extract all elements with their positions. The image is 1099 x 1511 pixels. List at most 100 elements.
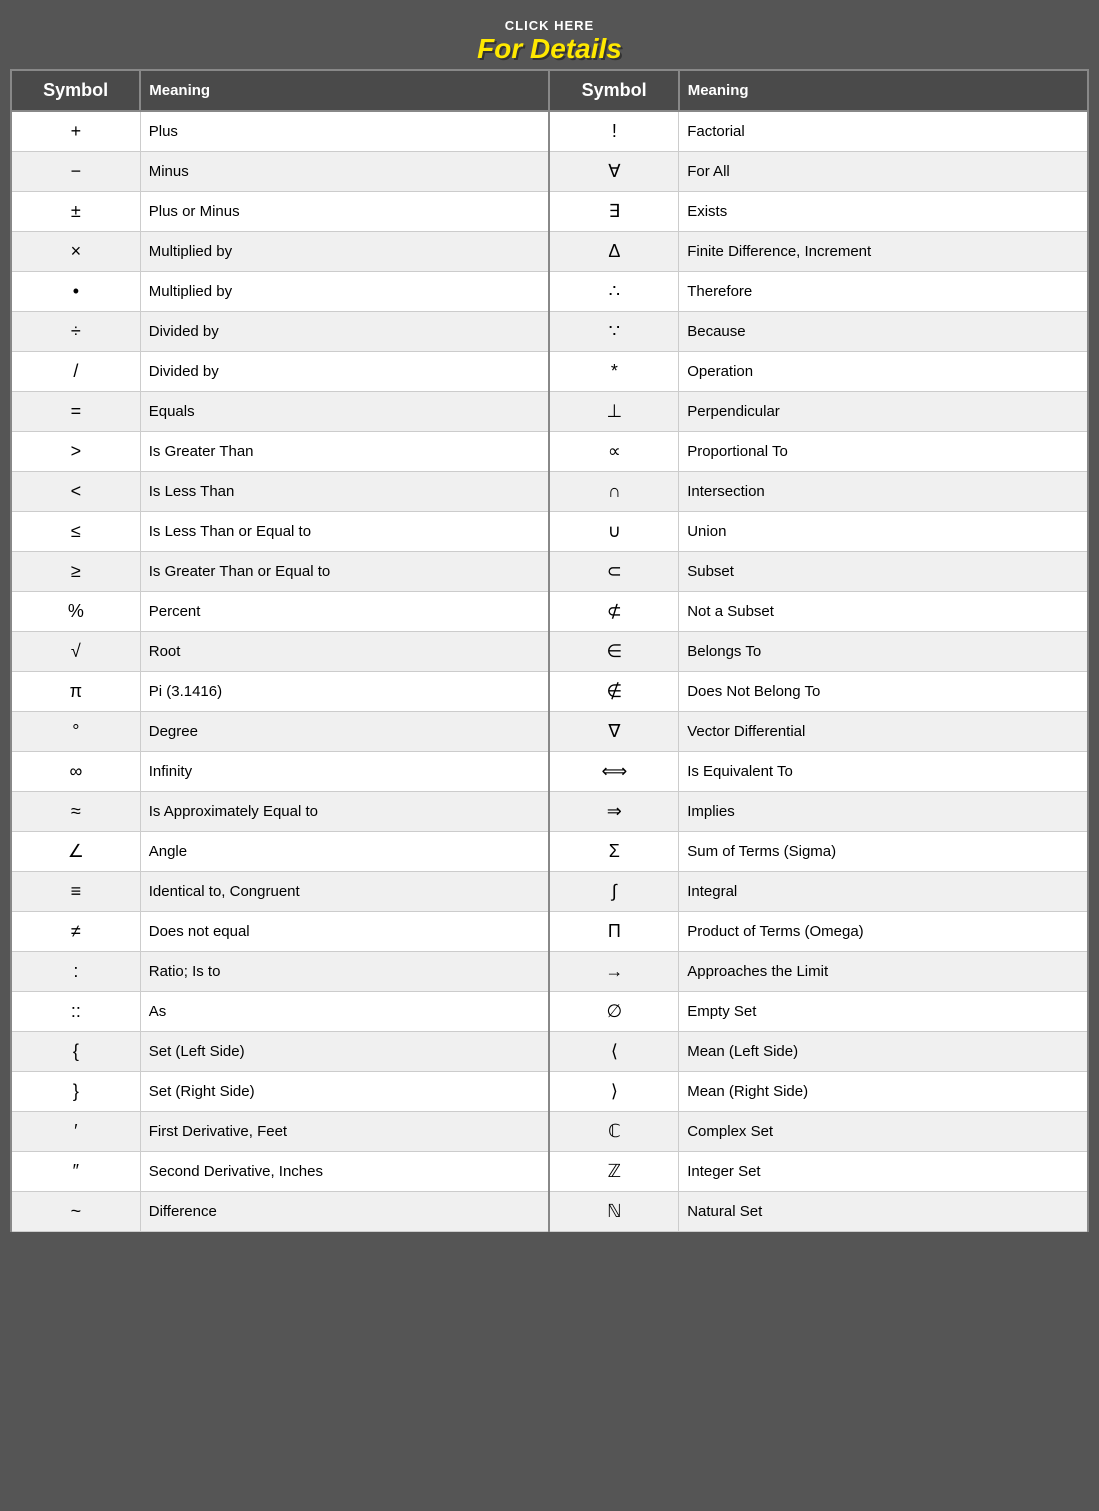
meaning-left: Ratio; Is to (140, 952, 549, 992)
table-row: πPi (3.1416)∉Does Not Belong To (11, 672, 1088, 712)
symbol-right: ⇒ (549, 792, 678, 832)
symbol-left: ∠ (11, 832, 140, 872)
symbol-left: − (11, 152, 140, 192)
meaning-right: Not a Subset (679, 592, 1088, 632)
symbol-right: ∃ (549, 192, 678, 232)
table-header-row: Symbol Meaning Symbol Meaning (11, 70, 1088, 111)
symbol-right: ∉ (549, 672, 678, 712)
table-row: +Plus!Factorial (11, 111, 1088, 152)
meaning-right: Therefore (679, 272, 1088, 312)
symbol-left: ′ (11, 1112, 140, 1152)
meaning-left: Multiplied by (140, 232, 549, 272)
symbol-left: √ (11, 632, 140, 672)
for-details-label[interactable]: For Details (10, 33, 1089, 65)
symbol-left: > (11, 432, 140, 472)
meaning-right: Intersection (679, 472, 1088, 512)
meaning-right: Perpendicular (679, 392, 1088, 432)
meaning-right: Subset (679, 552, 1088, 592)
symbol-right: Σ (549, 832, 678, 872)
meaning-right: Union (679, 512, 1088, 552)
symbol-left: ~ (11, 1192, 140, 1232)
header-area: CLICK HERE For Details (10, 10, 1089, 69)
symbol-left: ≈ (11, 792, 140, 832)
meaning-left: First Derivative, Feet (140, 1112, 549, 1152)
table-row: ″Second Derivative, InchesℤInteger Set (11, 1152, 1088, 1192)
symbol-left: ≡ (11, 872, 140, 912)
symbol-right: → (549, 952, 678, 992)
col3-header: Symbol (549, 70, 678, 111)
meaning-left: Set (Right Side) (140, 1072, 549, 1112)
table-row: ÷Divided by∵Because (11, 312, 1088, 352)
meaning-left: Pi (3.1416) (140, 672, 549, 712)
page-container: CLICK HERE For Details Symbol Meaning Sy… (10, 10, 1089, 1232)
table-row: >Is Greater Than∝Proportional To (11, 432, 1088, 472)
meaning-left: Degree (140, 712, 549, 752)
table-row: ≠Does not equalΠProduct of Terms (Omega) (11, 912, 1088, 952)
symbol-right: ∝ (549, 432, 678, 472)
symbol-right: ℂ (549, 1112, 678, 1152)
table-row: ×Multiplied byΔFinite Difference, Increm… (11, 232, 1088, 272)
meaning-left: Is Less Than (140, 472, 549, 512)
symbol-right: ∈ (549, 632, 678, 672)
meaning-right: Integer Set (679, 1152, 1088, 1192)
symbol-left: × (11, 232, 140, 272)
symbol-left: ∞ (11, 752, 140, 792)
table-row: =Equals⊥Perpendicular (11, 392, 1088, 432)
meaning-left: Minus (140, 152, 549, 192)
symbol-left: ÷ (11, 312, 140, 352)
table-row: :Ratio; Is to→Approaches the Limit (11, 952, 1088, 992)
symbol-left: • (11, 272, 140, 312)
symbol-right: ∅ (549, 992, 678, 1032)
meaning-right: Is Equivalent To (679, 752, 1088, 792)
meaning-left: Second Derivative, Inches (140, 1152, 549, 1192)
meaning-left: Root (140, 632, 549, 672)
meaning-left: Angle (140, 832, 549, 872)
symbol-left: } (11, 1072, 140, 1112)
symbol-right: ⊂ (549, 552, 678, 592)
symbol-right: ! (549, 111, 678, 152)
meaning-right: Does Not Belong To (679, 672, 1088, 712)
meaning-right: Implies (679, 792, 1088, 832)
meaning-right: Integral (679, 872, 1088, 912)
symbol-left: % (11, 592, 140, 632)
table-row: °Degree∇Vector Differential (11, 712, 1088, 752)
meaning-right: Exists (679, 192, 1088, 232)
meaning-right: Complex Set (679, 1112, 1088, 1152)
meaning-left: Plus (140, 111, 549, 152)
table-row: ′First Derivative, FeetℂComplex Set (11, 1112, 1088, 1152)
symbol-right: ∫ (549, 872, 678, 912)
table-row: /Divided by*Operation (11, 352, 1088, 392)
table-row: −Minus∀For All (11, 152, 1088, 192)
meaning-right: Belongs To (679, 632, 1088, 672)
symbol-right: Δ (549, 232, 678, 272)
table-row: ≤Is Less Than or Equal to∪Union (11, 512, 1088, 552)
symbol-right: ℕ (549, 1192, 678, 1232)
table-row: √Root∈Belongs To (11, 632, 1088, 672)
table-row: ::As∅Empty Set (11, 992, 1088, 1032)
symbol-left: π (11, 672, 140, 712)
meaning-right: Vector Differential (679, 712, 1088, 752)
meaning-left: Plus or Minus (140, 192, 549, 232)
meaning-right: Proportional To (679, 432, 1088, 472)
meaning-right: For All (679, 152, 1088, 192)
meaning-left: Is Approximately Equal to (140, 792, 549, 832)
meaning-left: Multiplied by (140, 272, 549, 312)
meaning-right: Sum of Terms (Sigma) (679, 832, 1088, 872)
symbol-left: { (11, 1032, 140, 1072)
table-row: ≡Identical to, Congruent∫Integral (11, 872, 1088, 912)
table-row: •Multiplied by∴Therefore (11, 272, 1088, 312)
meaning-left: Identical to, Congruent (140, 872, 549, 912)
symbol-right: ∴ (549, 272, 678, 312)
meaning-right: Finite Difference, Increment (679, 232, 1088, 272)
click-here-label: CLICK HERE (10, 18, 1089, 33)
meaning-left: Is Less Than or Equal to (140, 512, 549, 552)
meaning-left: Does not equal (140, 912, 549, 952)
meaning-left: Divided by (140, 312, 549, 352)
meaning-right: Product of Terms (Omega) (679, 912, 1088, 952)
meaning-left: Is Greater Than (140, 432, 549, 472)
symbol-left: = (11, 392, 140, 432)
meaning-left: Equals (140, 392, 549, 432)
meaning-left: Divided by (140, 352, 549, 392)
table-row: ±Plus or Minus∃Exists (11, 192, 1088, 232)
symbol-right: * (549, 352, 678, 392)
